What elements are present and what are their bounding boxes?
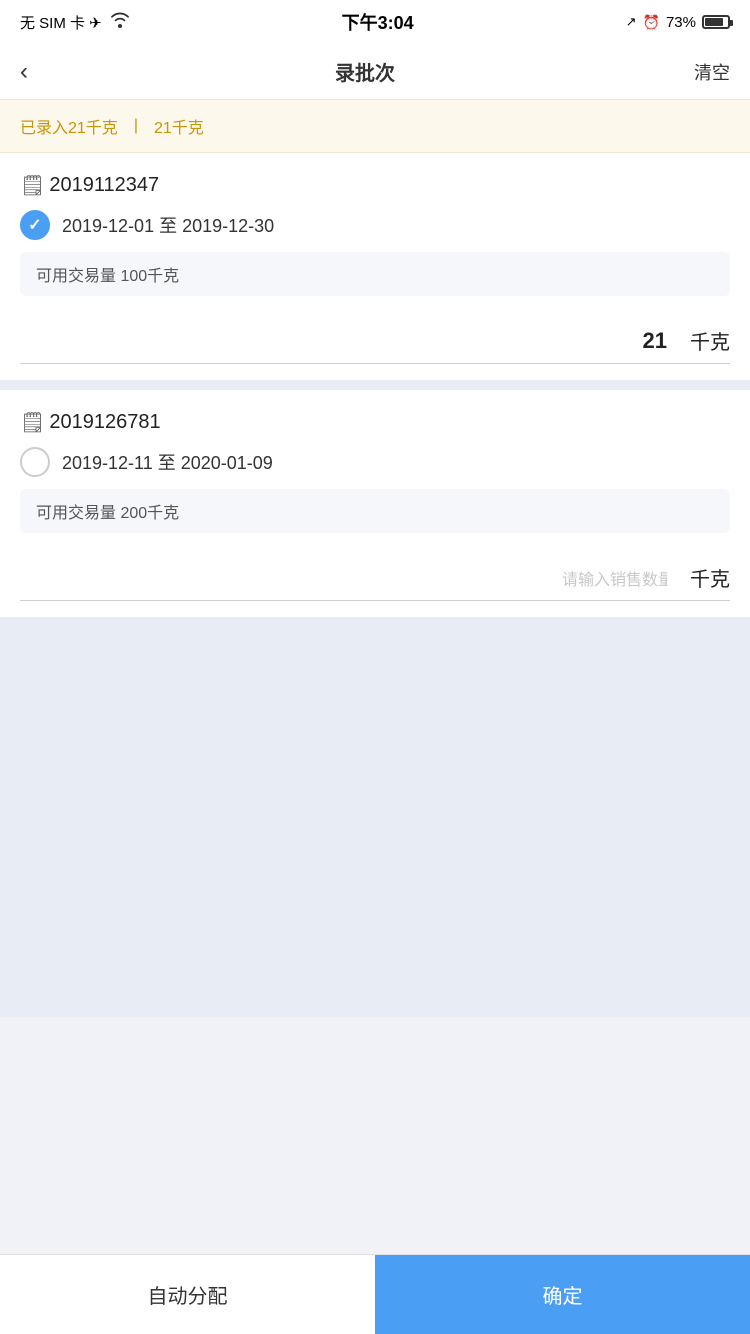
status-right: ↗ ⏰ 73% bbox=[626, 14, 730, 31]
confirm-button[interactable]: 确定 bbox=[375, 1255, 750, 1334]
batch-2-available-qty: 可用交易量 200千克 bbox=[20, 489, 730, 533]
batch-1-header: 🗒 2019112347 bbox=[20, 173, 730, 198]
batch-1-input-section: 千克 bbox=[0, 312, 750, 380]
recorded-qty: 已录入21千克 bbox=[20, 114, 118, 138]
batch-2-date: 2019-12-11 至 2020-01-09 bbox=[62, 449, 273, 475]
batch-2-header: 🗒 2019126781 bbox=[20, 410, 730, 435]
batch-2-date-row[interactable]: 2019-12-11 至 2020-01-09 bbox=[20, 447, 730, 477]
batch-1-available-qty: 可用交易量 100千克 bbox=[20, 252, 730, 296]
info-banner: 已录入21千克 | 21千克 bbox=[0, 100, 750, 153]
batch-2-id: 2019126781 bbox=[49, 411, 160, 434]
batch-1-date-row[interactable]: 2019-12-01 至 2019-12-30 bbox=[20, 210, 730, 240]
batch-card-1: 🗒 2019112347 2019-12-01 至 2019-12-30 可用交… bbox=[0, 153, 750, 380]
banner-divider: | bbox=[134, 117, 138, 135]
card-divider bbox=[0, 380, 750, 390]
batch-1-unit: 千克 bbox=[690, 326, 730, 355]
batch-1-radio[interactable] bbox=[20, 210, 50, 240]
nav-bar: ‹ 录批次 清空 bbox=[0, 44, 750, 100]
batch-card-2: 🗒 2019126781 2019-12-11 至 2020-01-09 可用交… bbox=[0, 390, 750, 617]
page-title: 录批次 bbox=[335, 57, 395, 86]
footer: 自动分配 确定 bbox=[0, 1254, 750, 1334]
back-button[interactable]: ‹ bbox=[12, 50, 36, 94]
clear-button[interactable]: 清空 bbox=[694, 59, 730, 85]
auto-assign-button[interactable]: 自动分配 bbox=[0, 1255, 375, 1334]
total-qty: 21千克 bbox=[154, 114, 204, 138]
batch-2-icon: 🗒 bbox=[20, 410, 45, 435]
batch-2-qty-input[interactable] bbox=[562, 565, 682, 591]
batch-1-qty-input[interactable] bbox=[562, 328, 682, 354]
battery-icon bbox=[702, 15, 730, 29]
location-icon: ↗ bbox=[626, 14, 637, 30]
alarm-icon: ⏰ bbox=[643, 14, 660, 31]
batch-1-id: 2019112347 bbox=[49, 174, 159, 197]
bottom-spacer bbox=[0, 617, 750, 1017]
batch-1-date: 2019-12-01 至 2019-12-30 bbox=[62, 212, 274, 238]
battery-percent: 73% bbox=[666, 14, 696, 31]
no-sim-label: 无 SIM 卡 ✈ bbox=[20, 12, 102, 33]
batch-1-icon: 🗒 bbox=[20, 173, 45, 198]
batch-2-radio[interactable] bbox=[20, 447, 50, 477]
status-time: 下午3:04 bbox=[342, 9, 414, 35]
batch-2-input-divider bbox=[20, 600, 730, 601]
batch-2-input-section: 千克 bbox=[0, 549, 750, 617]
wifi-icon bbox=[110, 12, 130, 32]
batch-2-unit: 千克 bbox=[690, 563, 730, 592]
status-left: 无 SIM 卡 ✈ bbox=[20, 12, 130, 33]
batch-1-input-divider bbox=[20, 363, 730, 364]
status-bar: 无 SIM 卡 ✈ 下午3:04 ↗ ⏰ 73% bbox=[0, 0, 750, 44]
